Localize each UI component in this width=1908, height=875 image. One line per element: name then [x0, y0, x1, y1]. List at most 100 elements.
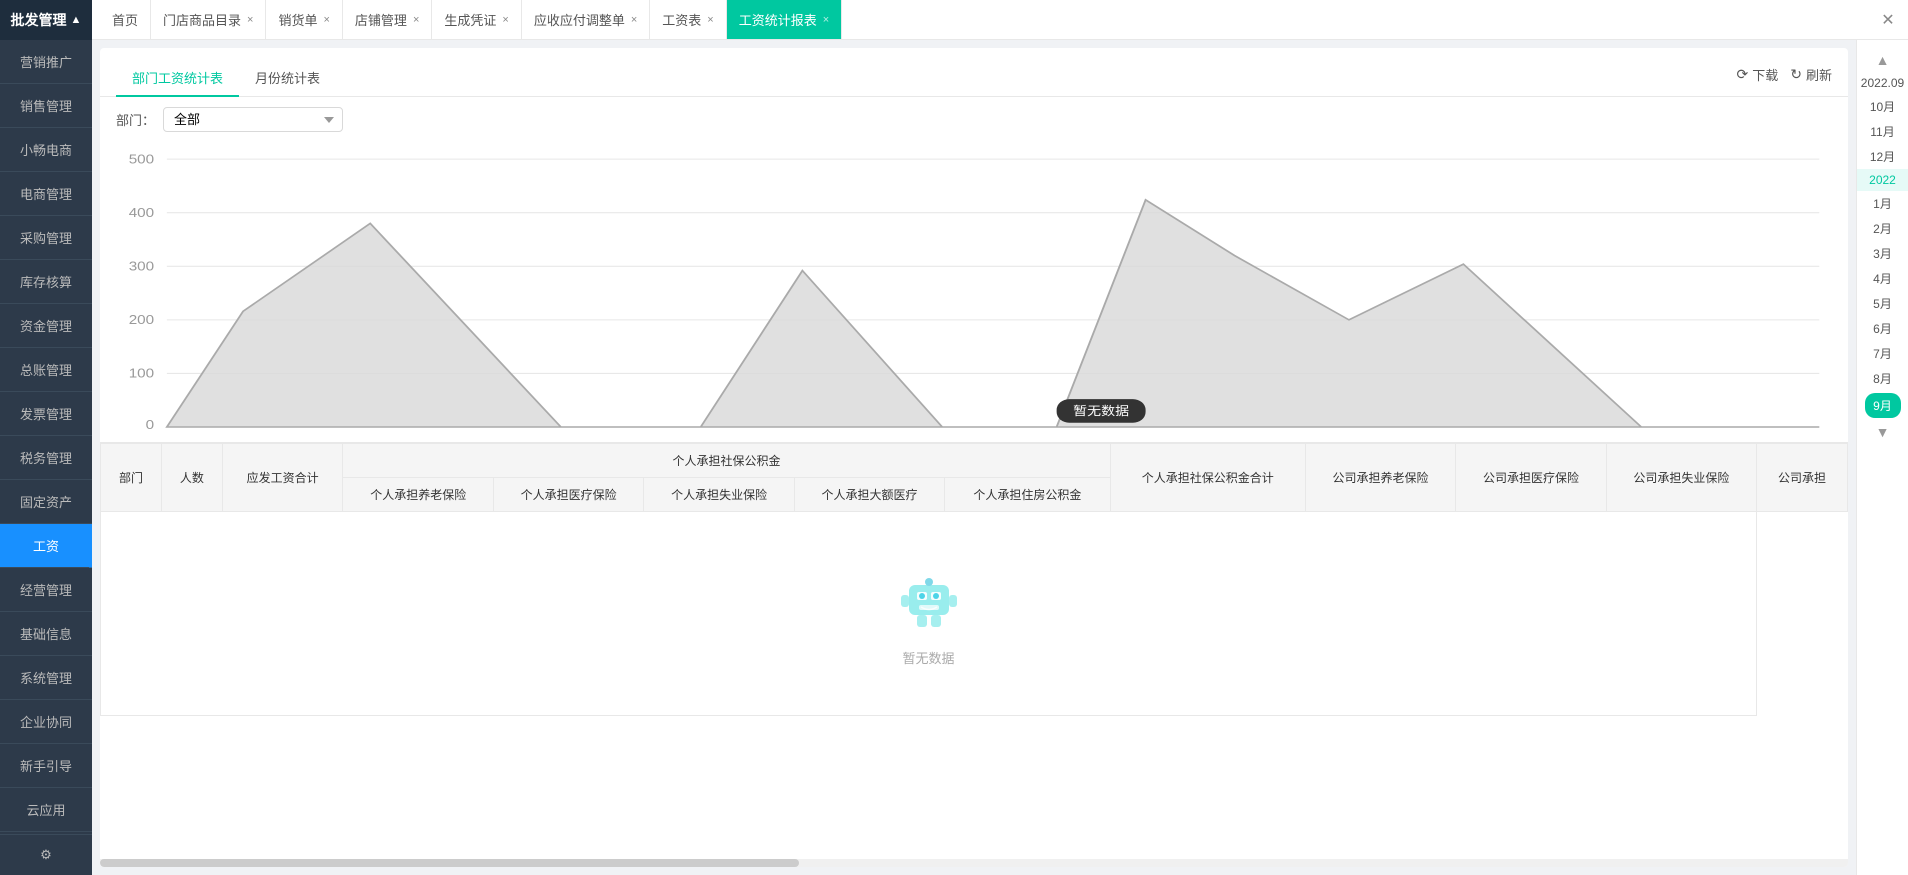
refresh-button[interactable]: ↻ 刷新	[1790, 65, 1832, 84]
timeline-month-jul[interactable]: 7月	[1857, 341, 1908, 366]
tab-receivable-close[interactable]: ×	[631, 14, 637, 26]
sidebar-item-enterprise[interactable]: 企业协同	[0, 700, 92, 744]
sidebar-item-label: 资金管理	[20, 319, 72, 334]
timeline-month-jun[interactable]: 6月	[1857, 316, 1908, 341]
col-headcount: 人数	[161, 444, 222, 512]
timeline-month-dec[interactable]: 12月	[1857, 144, 1908, 169]
timeline-month-mar[interactable]: 3月	[1857, 241, 1908, 266]
table-header: 部门 人数 应发工资合计 个人承担社保公积金 个人承担社保公积金合计 公司承担养…	[101, 444, 1848, 512]
download-icon: ⟳	[1737, 66, 1749, 83]
timeline-up-button[interactable]: ▲	[1872, 48, 1894, 72]
sidebar-item-system[interactable]: 系统管理	[0, 656, 92, 700]
tab-bar: 首页 门店商品目录 × 销货单 × 店铺管理 × 生成凭证 × 应收应付调整单 …	[92, 0, 1908, 40]
col-personal-housing-fund: 个人承担住房公积金	[945, 478, 1110, 512]
col-personal-major-medical: 个人承担大额医疗	[794, 478, 944, 512]
no-data-text: 暂无数据	[903, 648, 955, 667]
col-personal-pension: 个人承担养老保险	[343, 478, 493, 512]
tab-sales-order[interactable]: 销货单 ×	[266, 0, 342, 40]
timeline-month-nov[interactable]: 11月	[1857, 119, 1908, 144]
tab-home[interactable]: 首页	[100, 0, 151, 40]
sidebar-item-inventory[interactable]: 库存核算	[0, 260, 92, 304]
col-personal-unemployment: 个人承担失业保险	[644, 478, 794, 512]
tab-payroll-table-close[interactable]: ×	[707, 14, 713, 26]
timeline-month-apr[interactable]: 4月	[1857, 266, 1908, 291]
download-button[interactable]: ⟳ 下载	[1737, 65, 1779, 84]
sidebar-item-label: 发票管理	[20, 407, 72, 422]
dept-filter-select[interactable]: 全部	[163, 107, 343, 132]
svg-text:200: 200	[129, 312, 155, 327]
filter-toolbar: 部门： 全部	[100, 97, 1848, 142]
tab-receivable[interactable]: 应收应付调整单 ×	[522, 0, 650, 40]
timeline-month-sep[interactable]: 9月	[1865, 393, 1901, 418]
sidebar-item-ecommerce[interactable]: 电商管理	[0, 172, 92, 216]
main-area: 首页 门店商品目录 × 销货单 × 店铺管理 × 生成凭证 × 应收应付调整单 …	[92, 0, 1908, 875]
refresh-icon: ↻	[1790, 66, 1802, 83]
sidebar-item-tax[interactable]: 税务管理	[0, 436, 92, 480]
close-all-tabs-button[interactable]: ✕	[1876, 8, 1900, 32]
scrollbar-thumb[interactable]	[100, 859, 799, 867]
timeline-month-aug[interactable]: 8月	[1857, 366, 1908, 391]
sidebar-collapse-icon[interactable]: ▲	[71, 14, 82, 26]
col-dept: 部门	[101, 444, 162, 512]
timeline-down-button[interactable]: ▼	[1872, 420, 1894, 444]
col-personal-total: 个人承担社保公积金合计	[1110, 444, 1305, 512]
sidebar-item-cloud[interactable]: 云应用	[0, 788, 92, 832]
tab-product-catalog[interactable]: 门店商品目录 ×	[151, 0, 266, 40]
sidebar-item-label: 新手引导	[20, 759, 72, 774]
sidebar-item-invoice[interactable]: 发票管理	[0, 392, 92, 436]
no-data-cell: 暂无数据	[101, 512, 1757, 716]
col-company-unemployment: 公司承担失业保险	[1606, 444, 1756, 512]
sub-tab-month-stats-label: 月份统计表	[255, 71, 320, 86]
timeline-month-may[interactable]: 5月	[1857, 291, 1908, 316]
download-label: 下载	[1752, 65, 1778, 84]
tab-payroll-report[interactable]: 工资统计报表 ×	[727, 0, 842, 40]
col-total-wage: 应发工资合计	[222, 444, 343, 512]
horizontal-scrollbar[interactable]	[100, 859, 1848, 867]
tab-sales-order-close[interactable]: ×	[323, 14, 329, 26]
sidebar-settings-button[interactable]: ⚙	[0, 834, 92, 875]
tab-sales-order-label: 销货单	[278, 10, 317, 29]
tab-payroll-table[interactable]: 工资表 ×	[650, 0, 726, 40]
sidebar-item-guide[interactable]: 新手引导	[0, 744, 92, 788]
tab-voucher-close[interactable]: ×	[502, 14, 508, 26]
col-company-other: 公司承担	[1757, 444, 1848, 512]
sidebar-item-operations[interactable]: 经营管理	[0, 568, 92, 612]
refresh-label: 刷新	[1806, 65, 1832, 84]
tab-payroll-report-close[interactable]: ×	[823, 14, 829, 26]
sidebar-header[interactable]: 批发管理 ▲	[0, 0, 92, 40]
tab-store-mgmt[interactable]: 店铺管理 ×	[343, 0, 432, 40]
tab-product-catalog-close[interactable]: ×	[247, 14, 253, 26]
sidebar-item-label: 固定资产	[20, 495, 72, 510]
sidebar-item-finance[interactable]: 资金管理	[0, 304, 92, 348]
sidebar-item-payroll[interactable]: 工资	[0, 524, 92, 568]
sidebar-item-accounting[interactable]: 总账管理	[0, 348, 92, 392]
tab-store-mgmt-close[interactable]: ×	[413, 14, 419, 26]
sidebar-item-label: 基础信息	[20, 627, 72, 642]
col-personal-insurance: 个人承担社保公积金	[343, 444, 1110, 478]
timeline-year-2022[interactable]: 2022.09	[1857, 72, 1908, 94]
sub-tab-dept-stats[interactable]: 部门工资统计表	[116, 60, 239, 97]
tab-product-catalog-label: 门店商品目录	[163, 10, 241, 29]
tab-voucher[interactable]: 生成凭证 ×	[432, 0, 521, 40]
sidebar-item-label: 电商管理	[20, 187, 72, 202]
timeline-month-oct[interactable]: 10月	[1857, 94, 1908, 119]
sidebar-item-purchase[interactable]: 采购管理	[0, 216, 92, 260]
tab-store-mgmt-label: 店铺管理	[355, 10, 407, 29]
data-table: 部门 人数 应发工资合计 个人承担社保公积金 个人承担社保公积金合计 公司承担养…	[100, 443, 1848, 716]
sidebar-item-fixed-assets[interactable]: 固定资产	[0, 480, 92, 524]
timeline-panel: ▲ 2022.09 10月 11月 12月 2022 1月 2月 3月 4月 5…	[1856, 40, 1908, 875]
timeline-month-feb[interactable]: 2月	[1857, 216, 1908, 241]
sidebar-item-ecommerce-small[interactable]: 小畅电商	[0, 128, 92, 172]
sidebar-item-basic-info[interactable]: 基础信息	[0, 612, 92, 656]
timeline-month-jan[interactable]: 1月	[1857, 191, 1908, 216]
sidebar-item-label: 云应用	[26, 803, 65, 818]
sidebar-item-label: 企业协同	[20, 715, 72, 730]
svg-text:500: 500	[129, 152, 155, 167]
sidebar-item-sales[interactable]: 销售管理	[0, 84, 92, 128]
no-data-area: 暂无数据	[113, 520, 1744, 707]
sidebar-item-label: 采购管理	[20, 231, 72, 246]
timeline-year-current[interactable]: 2022	[1857, 169, 1908, 191]
sub-tab-month-stats[interactable]: 月份统计表	[239, 60, 336, 97]
tab-payroll-table-label: 工资表	[662, 10, 701, 29]
sidebar-item-marketing[interactable]: 营销推广	[0, 40, 92, 84]
